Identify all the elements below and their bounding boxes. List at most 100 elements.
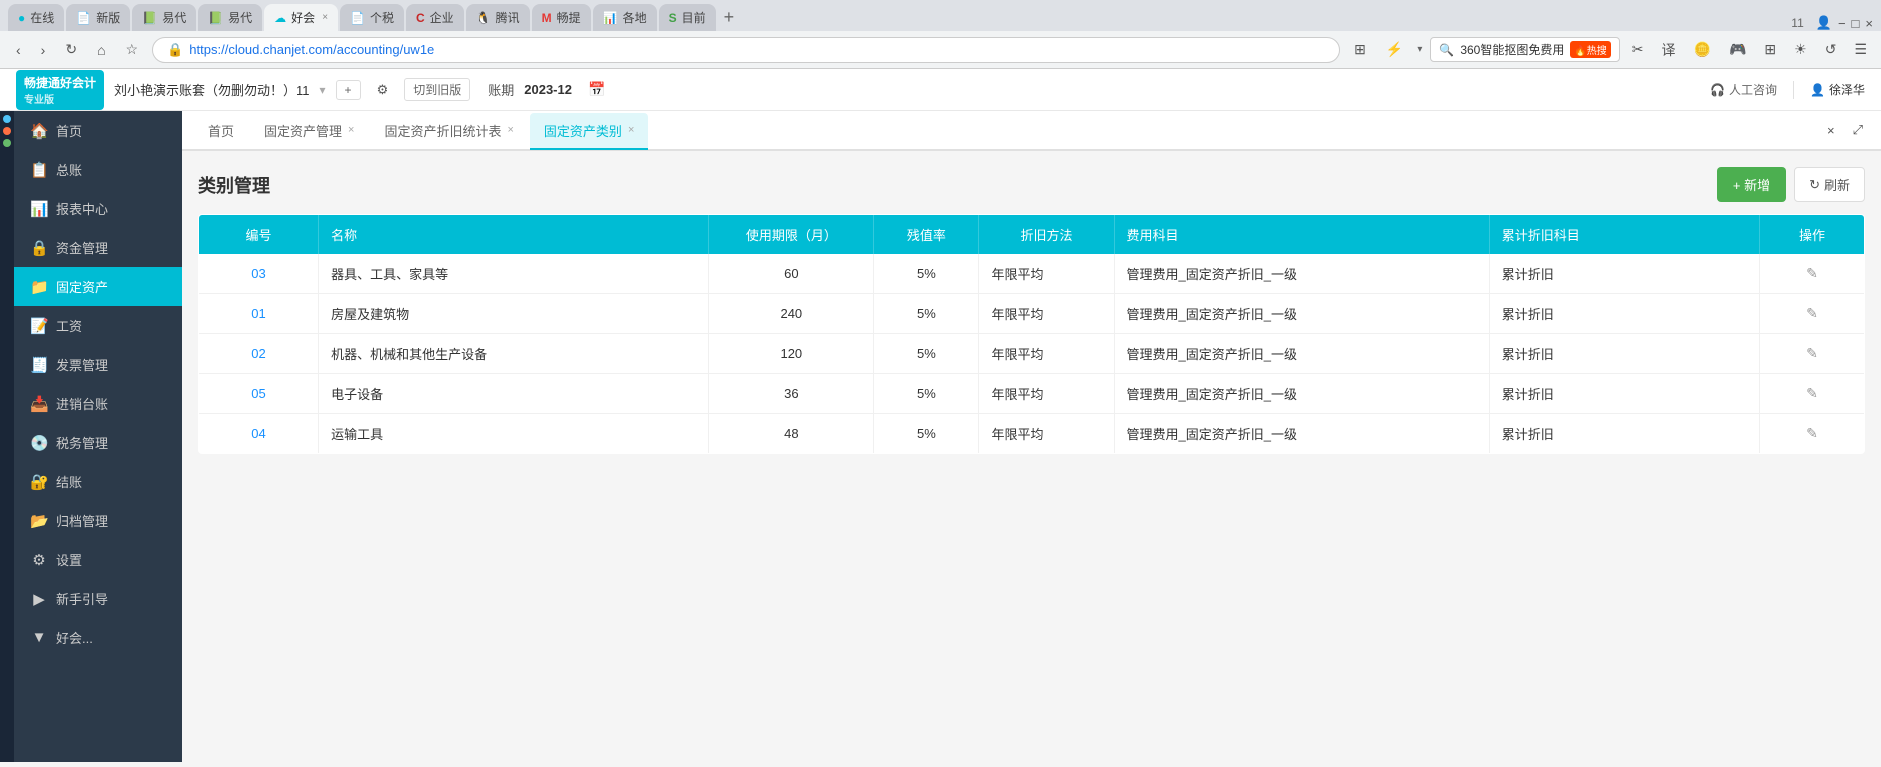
cell-method-4: 年限平均 — [979, 414, 1114, 454]
calendar-icon[interactable]: 📅 — [582, 77, 611, 102]
switch-version-button[interactable]: 切到旧版 — [404, 78, 470, 101]
browser-tab-gedi[interactable]: 📊 各地 — [593, 4, 657, 31]
address-bar[interactable]: 🔒 https://cloud.chanjet.com/accounting/u… — [152, 37, 1340, 63]
sidebar-item-close[interactable]: 🔐 结账 — [14, 462, 182, 501]
content-tab-home[interactable]: 首页 — [194, 113, 248, 150]
indicator-dot-3 — [3, 139, 11, 147]
window-profile-icon[interactable]: 👤 — [1816, 15, 1832, 31]
dropdown-icon: ▾ — [320, 83, 326, 97]
code-link-2[interactable]: 02 — [251, 346, 265, 361]
sidebar-item-more[interactable]: ▼ 好会... — [14, 618, 182, 657]
content-tab-category[interactable]: 固定资产类别 × — [530, 113, 648, 150]
sidebar-item-ledger[interactable]: 📋 总账 — [14, 150, 182, 189]
code-link-4[interactable]: 04 — [251, 426, 265, 441]
undo-icon[interactable]: ↺ — [1821, 37, 1841, 62]
sidebar-item-guide[interactable]: ▶ 新手引导 — [14, 579, 182, 618]
sidebar-item-reports[interactable]: 📊 报表中心 — [14, 189, 182, 228]
browser-tab-tengxun[interactable]: 🐧 腾讯 — [466, 4, 530, 31]
cell-accumulated-0: 累计折旧 — [1489, 254, 1759, 294]
refresh-data-button[interactable]: ↻ 刷新 — [1794, 167, 1865, 202]
content-area: 首页 固定资产管理 × 固定资产折旧统计表 × 固定资产类别 × × ⤢ — [182, 111, 1881, 762]
expand-button[interactable]: ⤢ — [1847, 118, 1869, 142]
refresh-label: 刷新 — [1824, 175, 1850, 194]
table-header-row: 编号 名称 使用期限（月） 残值率 折旧方法 费用科目 累计折旧科目 操作 — [199, 215, 1865, 255]
browser-tab-qiye[interactable]: C 企业 — [406, 4, 464, 31]
window-close-button[interactable]: × — [1865, 16, 1873, 31]
bookmark-button[interactable]: ☆ — [120, 37, 145, 62]
cell-months-1: 240 — [709, 294, 874, 334]
browser-tab-muqian-label: 目前 — [682, 9, 706, 26]
app-wrapper: 畅捷通好会计 专业版 刘小艳演示账套（勿删勿动！）11 ▾ + ⚙ 切到旧版 账… — [0, 69, 1881, 762]
cell-code-3: 05 — [199, 374, 319, 414]
brightness-icon[interactable]: ☀ — [1790, 37, 1811, 62]
content-tab-category-close[interactable]: × — [628, 124, 634, 136]
back-button[interactable]: ‹ — [10, 38, 27, 62]
forward-button[interactable]: › — [35, 38, 52, 62]
browser-tab-haohui-close[interactable]: × — [322, 12, 328, 23]
content-tab-fixed-mgmt[interactable]: 固定资产管理 × — [250, 113, 368, 150]
sidebar-item-archive[interactable]: 📂 归档管理 — [14, 501, 182, 540]
edit-button-4[interactable]: ✎ — [1806, 425, 1818, 441]
period-label: 账期 — [488, 80, 514, 99]
edit-button-2[interactable]: ✎ — [1806, 345, 1818, 361]
browser-tab-yidai1[interactable]: 📗 易代 — [132, 4, 196, 31]
content-tab-fixed-mgmt-close[interactable]: × — [348, 124, 354, 136]
invoices-icon: 🧾 — [30, 356, 48, 374]
window-restore-button[interactable]: □ — [1852, 16, 1860, 31]
extension-button[interactable]: ⊞ — [1348, 37, 1372, 62]
translate-icon[interactable]: 译 — [1658, 36, 1680, 64]
sidebar-item-funds[interactable]: 🔒 资金管理 — [14, 228, 182, 267]
sidebar-item-tax[interactable]: 💿 税务管理 — [14, 423, 182, 462]
grid-icon[interactable]: ⊞ — [1760, 37, 1780, 62]
content-tab-depreciation[interactable]: 固定资产折旧统计表 × — [370, 113, 527, 150]
home-button[interactable]: ⌂ — [91, 38, 111, 62]
col-header-residual: 残值率 — [874, 215, 979, 255]
browser-tab-changti[interactable]: M 畅提 — [532, 4, 591, 31]
sidebar: 🏠 首页 📋 总账 📊 报表中心 🔒 资金管理 📁 固定资产 📝 工资 — [14, 111, 182, 762]
cut-icon[interactable]: ✂ — [1628, 37, 1648, 62]
code-link-3[interactable]: 05 — [251, 386, 265, 401]
service-button[interactable]: 🎧 人工咨询 — [1710, 81, 1777, 98]
browser-tab-gesui[interactable]: 📄 个税 — [340, 4, 404, 31]
hot-badge: 🔥热搜 — [1570, 41, 1610, 58]
browser-tab-muqian[interactable]: S 目前 — [659, 4, 716, 31]
code-link-1[interactable]: 01 — [251, 306, 265, 321]
sidebar-item-invoices-label: 发票管理 — [56, 355, 108, 374]
boost-button[interactable]: ⚡ — [1380, 37, 1409, 62]
code-link-0[interactable]: 03 — [251, 266, 265, 281]
coin-icon[interactable]: 🪙 — [1690, 37, 1715, 62]
add-button[interactable]: + 新增 — [1717, 167, 1786, 202]
edit-button-3[interactable]: ✎ — [1806, 385, 1818, 401]
browser-tab-yidai2[interactable]: 📗 易代 — [198, 4, 262, 31]
account-settings-button[interactable]: ⚙ — [371, 78, 395, 102]
edit-button-0[interactable]: ✎ — [1806, 265, 1818, 281]
menu-icon[interactable]: ☰ — [1850, 37, 1871, 62]
search-area[interactable]: 🔍 360智能抠图免费用 🔥热搜 — [1430, 37, 1619, 62]
content-tab-depreciation-close[interactable]: × — [507, 124, 513, 136]
content-tab-category-label: 固定资产类别 — [544, 121, 622, 140]
close-tab-button[interactable]: × — [1821, 119, 1841, 142]
add-account-button[interactable]: + — [336, 80, 361, 100]
new-tab-button[interactable]: + — [718, 7, 741, 28]
tax-icon: 💿 — [30, 434, 48, 452]
sidebar-item-home[interactable]: 🏠 首页 — [14, 111, 182, 150]
browser-tab-xinban[interactable]: 📄 新版 — [66, 4, 130, 31]
sidebar-item-purchase-sales[interactable]: 📥 进销台账 — [14, 384, 182, 423]
cell-name-0: 器具、工具、家具等 — [319, 254, 709, 294]
window-minimize-button[interactable]: − — [1838, 16, 1846, 31]
cell-expense-2: 管理费用_固定资产折旧_一级 — [1114, 334, 1489, 374]
sidebar-item-invoices[interactable]: 🧾 发票管理 — [14, 345, 182, 384]
page-content: 类别管理 + 新增 ↻ 刷新 编号 名称 — [182, 151, 1881, 762]
browser-tab-zaixin-label: 在线 — [30, 9, 54, 26]
sidebar-item-settings[interactable]: ⚙ 设置 — [14, 540, 182, 579]
sidebar-item-payroll[interactable]: 📝 工资 — [14, 306, 182, 345]
cell-name-1: 房屋及建筑物 — [319, 294, 709, 334]
browser-tab-haohui[interactable]: ☁ 好会 × — [264, 4, 338, 31]
game-icon[interactable]: 🎮 — [1725, 37, 1750, 62]
sidebar-item-fixed-assets[interactable]: 📁 固定资产 — [14, 267, 182, 306]
browser-tab-zaixin[interactable]: ● 在线 — [8, 4, 64, 31]
edit-button-1[interactable]: ✎ — [1806, 305, 1818, 321]
refresh-button[interactable]: ↻ — [59, 37, 83, 62]
user-name: 徐泽华 — [1829, 81, 1865, 98]
sidebar-item-close-label: 结账 — [56, 472, 82, 491]
